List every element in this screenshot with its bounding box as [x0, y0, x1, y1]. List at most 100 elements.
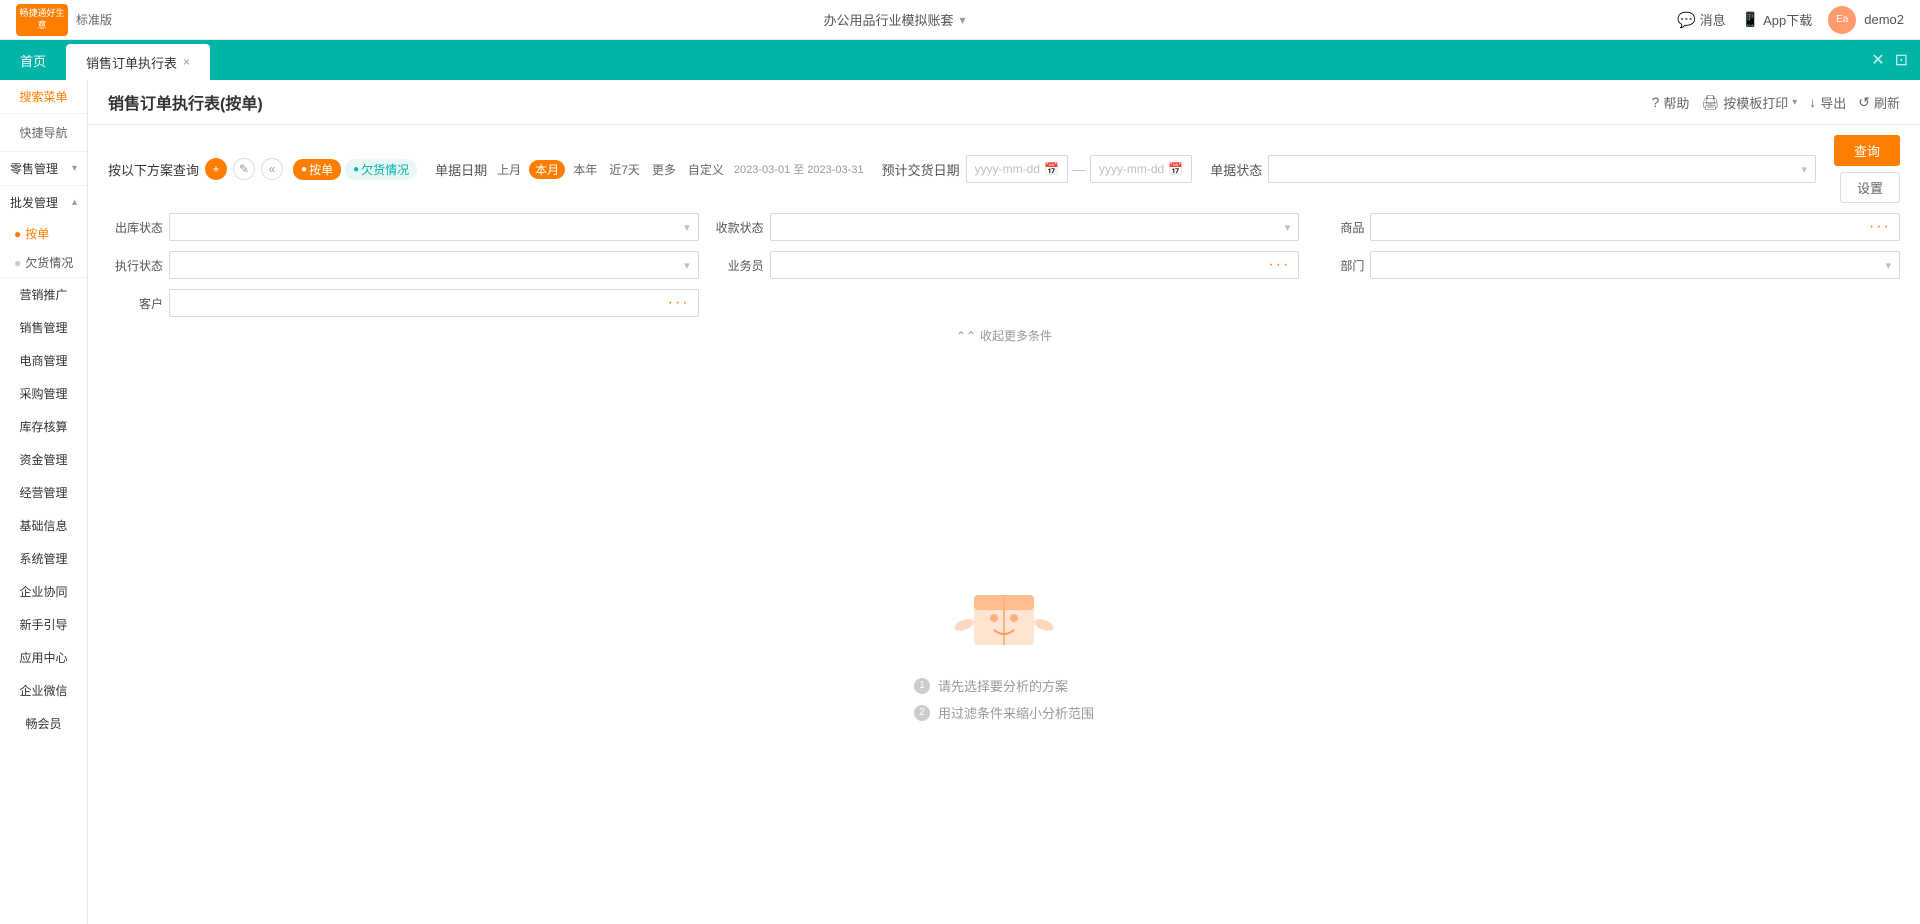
date-label: 单据日期 [435, 160, 487, 179]
goods-select[interactable]: ··· [1370, 213, 1900, 241]
bill-status-arrow-icon: ▾ [1801, 163, 1807, 176]
empty-tips: 1 请先选择要分析的方案 2 用过滤条件来缩小分析范围 [914, 676, 1094, 722]
help-btn[interactable]: ? 帮助 [1652, 93, 1690, 112]
sidebar-item-operations[interactable]: 经营管理 [0, 476, 87, 509]
sidebar-item-purchase[interactable]: 采购管理 [0, 377, 87, 410]
page-selector-arrow[interactable]: ▾ [959, 13, 965, 27]
date-tab-this-month[interactable]: 本月 [529, 160, 565, 179]
collect-status-label: 收款状态 [709, 219, 764, 236]
sidebar-item-basic-info[interactable]: 基础信息 [0, 509, 87, 542]
topbar-center[interactable]: 办公用品行业模拟账套 ▾ [823, 10, 965, 29]
tab-close-icon[interactable]: × [183, 55, 190, 69]
sidebar-item-ecommerce[interactable]: 电商管理 [0, 344, 87, 377]
bill-status-filter: 单据状态 ▾ [1210, 155, 1816, 183]
empty-tip-2: 2 用过滤条件来缩小分析范围 [914, 703, 1094, 722]
sidebar-item-member[interactable]: 畅会员 [0, 707, 87, 740]
export-icon: ↓ [1809, 94, 1816, 110]
export-btn[interactable]: ↓ 导出 [1809, 93, 1846, 112]
exec-status-field: 执行状态 ▾ [108, 251, 699, 279]
sidebar-item-inventory[interactable]: 库存核算 [0, 410, 87, 443]
bill-status-label: 单据状态 [1210, 160, 1262, 179]
date-tab-7days[interactable]: 近7天 [605, 160, 644, 179]
collapse-more-bar[interactable]: ⌃⌃ 收起更多条件 [108, 323, 1900, 348]
print-btn[interactable]: 🖨 按模板打印 ▾ [1701, 93, 1797, 112]
filter-row2: 出库状态 ▾ 收款状态 ▾ 商品 [108, 213, 1900, 241]
date-tab-this-year[interactable]: 本年 [569, 160, 601, 179]
tab-home[interactable]: 首页 [0, 40, 66, 80]
collect-status-select[interactable]: ▾ [770, 213, 1300, 241]
exec-status-arrow: ▾ [684, 259, 690, 272]
action-buttons: 查询 设置 [1834, 135, 1900, 203]
sidebar-quick-nav[interactable]: 快捷导航 [0, 114, 87, 152]
sidebar-item-wholesale[interactable]: 批发管理 ▴ [0, 186, 87, 219]
customer-select[interactable]: ··· [169, 289, 699, 317]
salesperson-label: 业务员 [709, 257, 764, 274]
message-btn[interactable]: 💬 消息 [1677, 10, 1726, 29]
sidebar-item-enterprise[interactable]: 企业协同 [0, 575, 87, 608]
exec-status-select[interactable]: ▾ [169, 251, 699, 279]
predict-date-start[interactable]: yyyy-mm-dd 📅 [966, 155, 1068, 183]
customer-dots-icon: ··· [668, 294, 690, 312]
predict-end-placeholder: yyyy-mm-dd [1099, 162, 1164, 176]
settings-btn[interactable]: 设置 [1840, 172, 1900, 203]
sidebar-sub-shortage[interactable]: ● 欠货情况 [0, 248, 87, 277]
predict-end-cal-icon: 📅 [1168, 162, 1183, 176]
edit-scheme-btn[interactable]: ✎ [233, 158, 255, 180]
out-status-field: 出库状态 ▾ [108, 213, 699, 241]
date-tab-custom[interactable]: 自定义 [684, 160, 728, 179]
refresh-btn[interactable]: ↺ 刷新 [1858, 93, 1900, 112]
window-close-btn[interactable]: ✕ [1871, 50, 1884, 70]
user-menu[interactable]: Ea demo2 [1828, 6, 1904, 34]
sidebar-quick-nav-label[interactable]: 快捷导航 [0, 120, 87, 145]
tab-navigation: 首页 销售订单执行表 × ✕ ⊡ [0, 40, 1920, 80]
date-separator: — [1072, 161, 1086, 177]
sidebar-search[interactable]: 搜索菜单 [0, 80, 87, 114]
salesperson-select[interactable]: ··· [770, 251, 1300, 279]
sidebar-item-wechat[interactable]: 企业微信 [0, 674, 87, 707]
message-label: 消息 [1700, 10, 1726, 29]
sidebar-item-sales[interactable]: 销售管理 [0, 311, 87, 344]
sidebar-item-finance[interactable]: 资金管理 [0, 443, 87, 476]
refresh-label: 刷新 [1874, 93, 1900, 112]
window-controls: ✕ ⊡ [1871, 40, 1920, 80]
sidebar-search-label[interactable]: 搜索菜单 [8, 88, 79, 105]
tip-text-1: 请先选择要分析的方案 [938, 676, 1068, 695]
sidebar-retail-label: 零售管理 [10, 160, 58, 177]
sidebar-item-newbie[interactable]: 新手引导 [0, 608, 87, 641]
goods-label: 商品 [1309, 219, 1364, 236]
collapse-scheme-btn[interactable]: « [261, 158, 283, 180]
sidebar-item-retail[interactable]: 零售管理 ▾ [0, 152, 87, 185]
refresh-icon: ↺ [1858, 94, 1870, 111]
sidebar-item-marketing[interactable]: 营销推广 [0, 278, 87, 311]
topbar-left: 畅捷通好生意 标准版 [16, 4, 112, 36]
out-status-select[interactable]: ▾ [169, 213, 699, 241]
sidebar-item-app-center[interactable]: 应用中心 [0, 641, 87, 674]
scheme-tab-by-order[interactable]: ● 按单 [293, 159, 341, 180]
scheme-tab-shortage[interactable]: ● 欠货情况 [345, 159, 417, 180]
add-scheme-btn[interactable]: + [205, 158, 227, 180]
collapse-up-icon: ⌃⌃ [956, 329, 976, 343]
scheme-tabs: ● 按单 ● 欠货情况 [293, 159, 417, 180]
salesperson-dots-icon: ··· [1268, 256, 1290, 274]
app-label: App下载 [1763, 10, 1812, 29]
sidebar-item-system[interactable]: 系统管理 [0, 542, 87, 575]
dept-select[interactable]: ▾ [1370, 251, 1900, 279]
app-download-btn[interactable]: 📱 App下载 [1742, 10, 1813, 29]
dept-field: 部门 ▾ [1309, 251, 1900, 279]
date-tab-prev-month[interactable]: 上月 [493, 160, 525, 179]
help-label: 帮助 [1663, 93, 1689, 112]
window-expand-btn[interactable]: ⊡ [1895, 50, 1908, 70]
sidebar-section-wholesale: 批发管理 ▴ ● 按单 ● 欠货情况 [0, 186, 87, 278]
predict-date-end[interactable]: yyyy-mm-dd 📅 [1090, 155, 1192, 183]
brand-label: 标准版 [76, 11, 112, 28]
bill-status-select[interactable]: ▾ [1268, 155, 1816, 183]
date-tab-more[interactable]: 更多 [648, 160, 680, 179]
sidebar-sub-by-order-label: 按单 [25, 225, 49, 242]
page-header: 销售订单执行表(按单) ? 帮助 🖨 按模板打印 ▾ ↓ 导出 ↺ 刷新 [88, 80, 1920, 125]
tab-active-label: 销售订单执行表 [86, 53, 177, 72]
query-btn[interactable]: 查询 [1834, 135, 1900, 166]
sidebar-wholesale-label: 批发管理 [10, 194, 58, 211]
sidebar-sub-by-order[interactable]: ● 按单 [0, 219, 87, 248]
main-layout: 搜索菜单 快捷导航 零售管理 ▾ 批发管理 ▴ ● 按单 ● 欠货情况 [0, 80, 1920, 924]
tab-sales-order-exec[interactable]: 销售订单执行表 × [66, 44, 210, 80]
